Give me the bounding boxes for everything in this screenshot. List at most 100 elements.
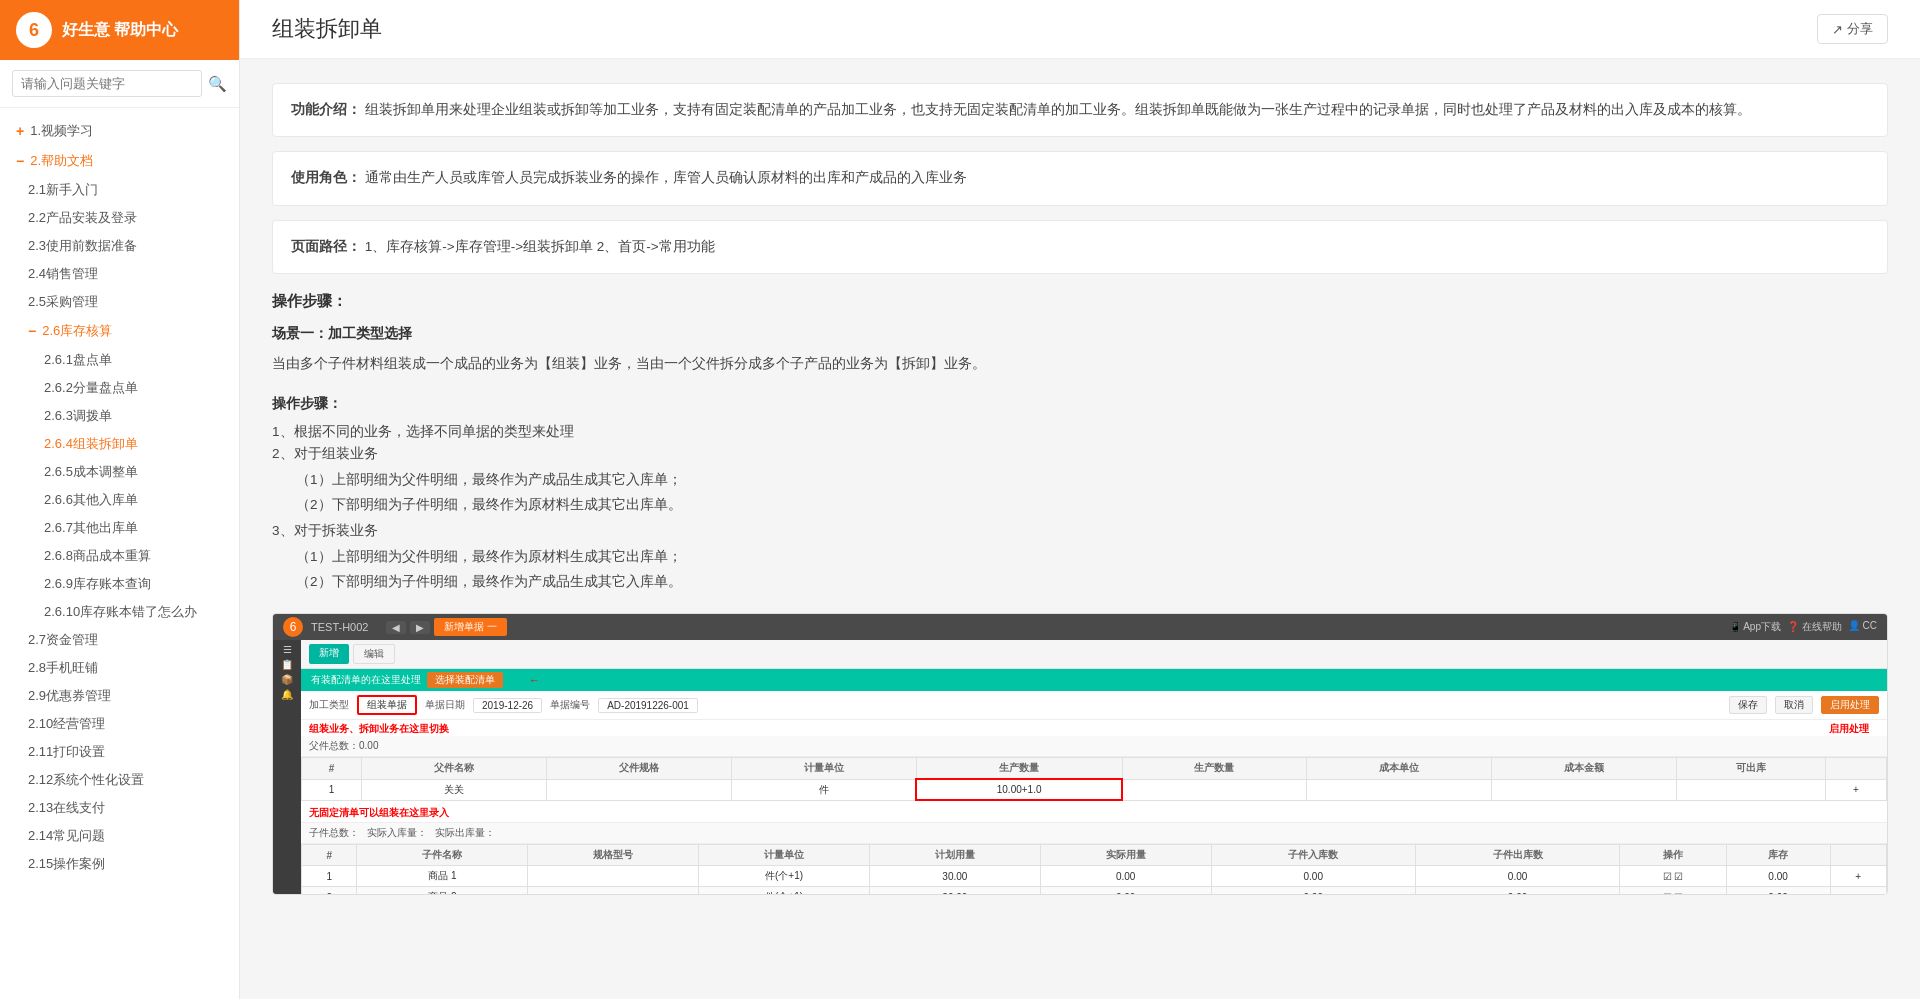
th-prod-qty: 生产数量	[916, 758, 1122, 780]
sidebar-item-docs[interactable]: − 2.帮助文档	[0, 146, 239, 176]
cth-ops: 操作	[1620, 845, 1726, 866]
td-seq: 1	[302, 779, 362, 800]
mock-child-count: 子件总数：	[309, 826, 359, 840]
mock-nav-fwd: ▶	[410, 621, 430, 634]
logo-icon: 6	[16, 12, 52, 48]
sidebar-item-stock-check[interactable]: 2.6.9库存账本查询	[0, 570, 239, 598]
search-input[interactable]	[12, 70, 202, 97]
td-avail	[1677, 779, 1826, 800]
mock-logo: 6	[283, 617, 303, 637]
cth-in: 子件入库数	[1211, 845, 1415, 866]
screenshot-container: 6 TEST-H002 ◀ ▶ 新增单据 一 📱 App下载 ❓ 在线帮助 👤 …	[272, 613, 1888, 895]
annotation-enable: 启用处理	[1829, 722, 1869, 736]
sidebar-item-ops[interactable]: 2.10经营管理	[0, 710, 239, 738]
th-name: 父件名称	[362, 758, 547, 780]
share-icon: ↗	[1832, 22, 1843, 37]
mock-tab-new[interactable]: 新增	[309, 644, 349, 664]
cth-spec: 规格型号	[528, 845, 699, 866]
role-text: 通常由生产人员或库管人员完成拆装业务的操作，库管人员确认原材料的出库和产成品的入…	[365, 170, 967, 185]
sidebar-item-finance[interactable]: 2.7资金管理	[0, 626, 239, 654]
main-area: 组装拆卸单 ↗ 分享 功能介绍： 组装拆卸单用来处理企业组装或拆卸等加工业务，支…	[240, 0, 1920, 999]
ops-title: 操作步骤：	[272, 292, 1888, 311]
step3-2: （2）下部明细为子件明细，最终作为产成品生成其它入库单。	[272, 569, 1888, 595]
sidebar-item-video[interactable]: + 1.视频学习	[0, 116, 239, 146]
sidebar-item-data-prep[interactable]: 2.3使用前数据准备	[0, 232, 239, 260]
app-title: 好生意 帮助中心	[62, 20, 178, 41]
role-label: 使用角色：	[291, 170, 361, 185]
sidebar-item-stock-err[interactable]: 2.6.10库存账本错了怎么办	[0, 598, 239, 626]
sidebar-item-install[interactable]: 2.2产品安装及登录	[0, 204, 239, 232]
child-table-row: 1 商品 1 件(个+1) 30.00 0.00 0.00 0.00 ☑ ☑	[302, 866, 1887, 887]
scene1-desc: 当由多个子件材料组装成一个成品的业务为【组装】业务，当由一个父件拆分成多个子产品…	[272, 351, 1888, 377]
annotation-bom-row: 无固定清单可以组装在这里录入	[301, 801, 1887, 822]
share-label: 分享	[1847, 20, 1873, 38]
mock-tab-edit[interactable]: 编辑	[353, 644, 395, 664]
mock-cancel-btn[interactable]: 取消	[1775, 696, 1813, 714]
search-icon[interactable]: 🔍	[208, 75, 227, 93]
mock-table-header-row: 父件总数：0.00	[301, 736, 1887, 757]
mock-left-rail: ☰ 📋 📦 🔔	[273, 640, 301, 894]
intro-text: 组装拆卸单用来处理企业组装或拆卸等加工业务，支持有固定装配清单的产品加工业务，也…	[365, 102, 1751, 117]
sidebar-item-sales[interactable]: 2.4销售管理	[0, 260, 239, 288]
sidebar-item-assemble[interactable]: 2.6.4组装拆卸单	[0, 430, 239, 458]
sidebar-item-mobile[interactable]: 2.8手机旺铺	[0, 654, 239, 682]
share-button[interactable]: ↗ 分享	[1817, 14, 1888, 44]
mock-child-amount: 实际出库量：	[435, 826, 495, 840]
mock-child-table-header: 子件总数： 实际入库量： 实际出库量：	[301, 822, 1887, 844]
sidebar-item-cases[interactable]: 2.15操作案例	[0, 850, 239, 878]
collapse-icon: −	[28, 323, 36, 339]
sidebar-item-print[interactable]: 2.11打印设置	[0, 738, 239, 766]
sidebar-item-purchase[interactable]: 2.5采购管理	[0, 288, 239, 316]
annotation-bom: 无固定清单可以组装在这里录入	[309, 807, 449, 818]
role-block: 使用角色： 通常由生产人员或库管人员完成拆装业务的操作，库管人员确认原材料的出库…	[272, 151, 1888, 205]
mock-alert-text: 有装配清单的在这里处理	[311, 673, 421, 687]
step2: 2、对于组装业务	[272, 445, 1888, 463]
step1: 1、根据不同的业务，选择不同单据的类型来处理	[272, 423, 1888, 441]
sidebar-item-inventory[interactable]: − 2.6库存核算	[0, 316, 239, 346]
sidebar-item-other-in[interactable]: 2.6.6其他入库单	[0, 486, 239, 514]
mock-titlebar-text: TEST-H002	[311, 621, 368, 633]
th-actions	[1825, 758, 1886, 780]
step2-1: （1）上部明细为父件明细，最终作为产成品生成其它入库单；	[272, 467, 1888, 493]
sidebar-item-newbie[interactable]: 2.1新手入门	[0, 176, 239, 204]
mock-parent-table: # 父件名称 父件规格 计量单位 生产数量 生产数量 成本单位 成本金额 可出库	[301, 757, 1887, 801]
td-qty: 10.00+1.0	[916, 779, 1122, 800]
cth-seq: #	[302, 845, 357, 866]
td-spec	[546, 779, 731, 800]
sidebar-item-payment[interactable]: 2.13在线支付	[0, 794, 239, 822]
mock-confirm-btn[interactable]: 启用处理	[1821, 696, 1879, 714]
sidebar-item-adjust[interactable]: 2.6.3调拨单	[0, 402, 239, 430]
mock-no-label: 单据编号	[550, 698, 590, 712]
sidebar-item-coupon[interactable]: 2.9优惠券管理	[0, 682, 239, 710]
mock-alert-banner: 有装配清单的在这里处理 选择装配清单 ←	[301, 669, 1887, 691]
cth-out: 子件出库数	[1415, 845, 1619, 866]
sidebar-item-faq[interactable]: 2.14常见问题	[0, 822, 239, 850]
sidebar-item-cost-calc[interactable]: 2.6.8商品成本重算	[0, 542, 239, 570]
intro-label: 功能介绍：	[291, 102, 361, 117]
mock-alert-btn[interactable]: 选择装配清单	[427, 672, 503, 688]
td-qty2	[1122, 779, 1307, 800]
sidebar-item-split-stock[interactable]: 2.6.2分量盘点单	[0, 374, 239, 402]
expand-icon: +	[16, 123, 24, 139]
ops-steps-title: 操作步骤：	[272, 395, 1888, 413]
sidebar-header: 6 好生意 帮助中心	[0, 0, 239, 60]
mock-no-value: AD-20191226-001	[598, 698, 698, 713]
mock-new-doc-btn[interactable]: 新增单据 一	[434, 618, 507, 636]
mock-user-icon: 👤 CC	[1848, 620, 1877, 634]
sidebar-item-cost-adjust[interactable]: 2.6.5成本调整单	[0, 458, 239, 486]
th-cost-unit: 成本单位	[1307, 758, 1492, 780]
mock-help-icon: ❓ 在线帮助	[1787, 620, 1842, 634]
sidebar-item-personal[interactable]: 2.12系统个性化设置	[0, 766, 239, 794]
sidebar-item-stocktake[interactable]: 2.6.1盘点单	[0, 346, 239, 374]
nav-tree: + 1.视频学习 − 2.帮助文档 2.1新手入门 2.2产品安装及登录 2.3…	[0, 108, 239, 999]
main-content: 功能介绍： 组装拆卸单用来处理企业组装或拆卸等加工业务，支持有固定装配清单的产品…	[240, 59, 1920, 999]
cth-act	[1830, 845, 1886, 866]
th-cost-amount: 成本金额	[1492, 758, 1677, 780]
mock-save-btn[interactable]: 保存	[1729, 696, 1767, 714]
mock-nav-back: ◀	[386, 621, 406, 634]
mock-form-header: 加工类型 组装单据 单据日期 2019-12-26 单据编号 AD-201912…	[301, 691, 1887, 720]
mock-type-select[interactable]: 组装单据	[357, 695, 417, 715]
intro-block: 功能介绍： 组装拆卸单用来处理企业组装或拆卸等加工业务，支持有固定装配清单的产品…	[272, 83, 1888, 137]
cth-unit: 计量单位	[699, 845, 870, 866]
sidebar-item-other-out[interactable]: 2.6.7其他出库单	[0, 514, 239, 542]
